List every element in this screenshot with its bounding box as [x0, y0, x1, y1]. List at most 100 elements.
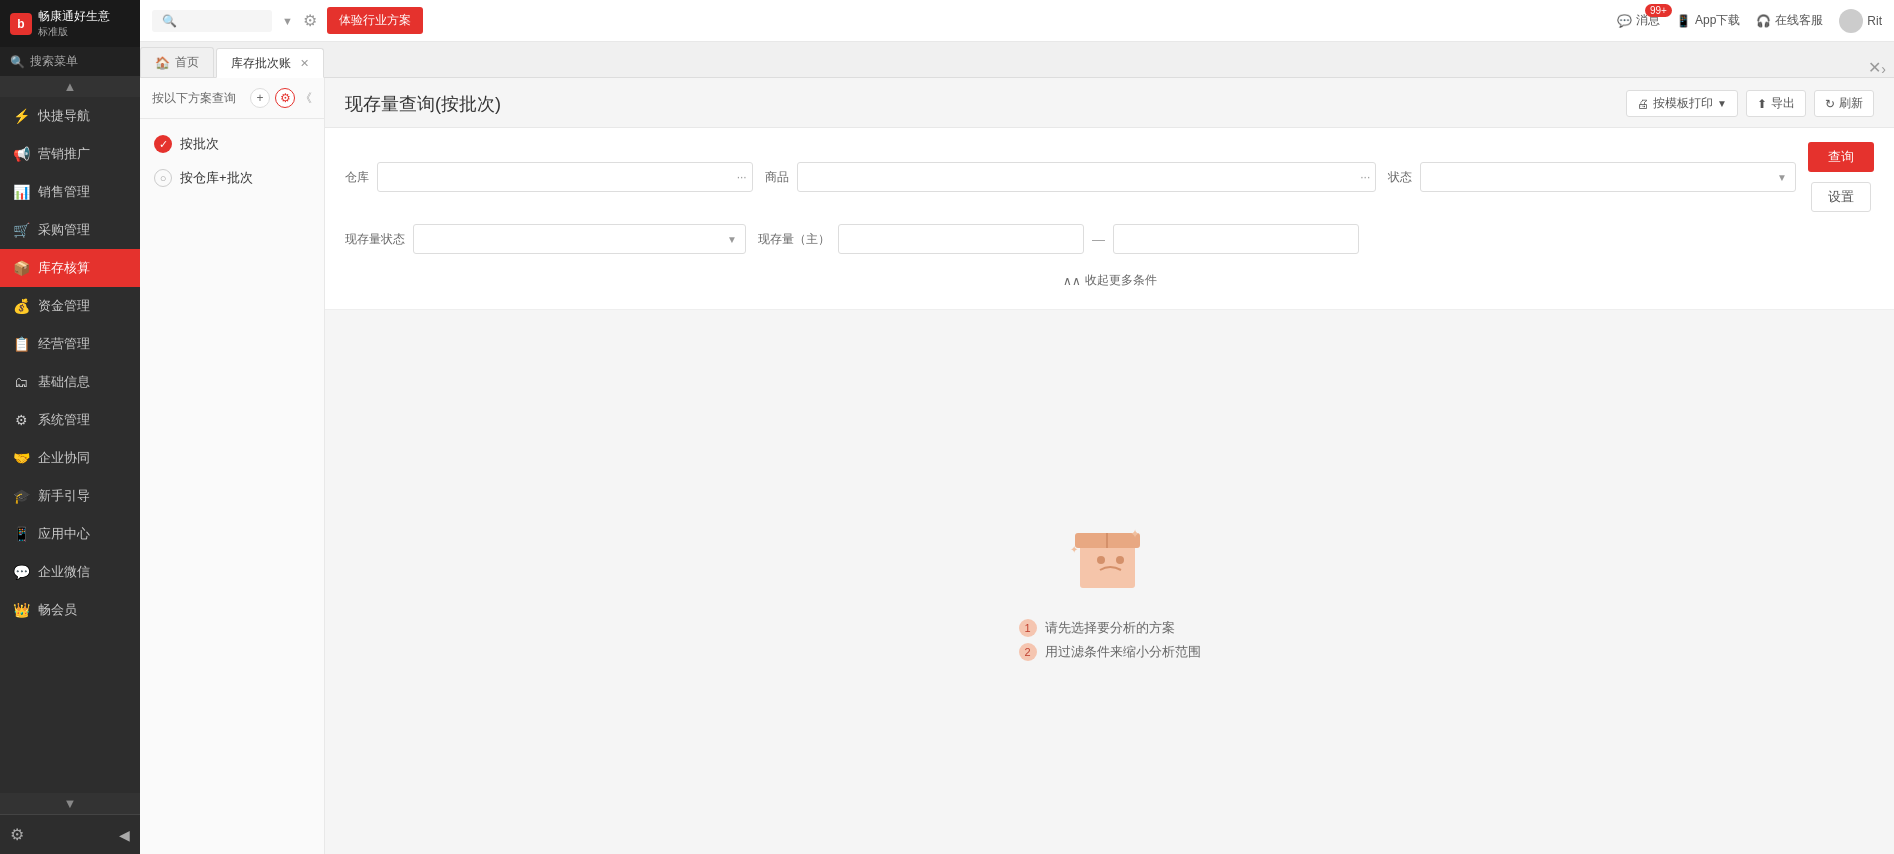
product-input[interactable]: [797, 162, 1377, 192]
print-btn-label: 按模板打印: [1653, 95, 1713, 112]
scheme-item-by-warehouse-batch[interactable]: ○ 按仓库+批次: [140, 161, 324, 195]
product-more-btn[interactable]: ···: [1360, 170, 1370, 184]
left-panel-header: 按以下方案查询 + ⚙ 《: [140, 78, 324, 119]
app-download-btn[interactable]: 📱 App下载: [1676, 12, 1740, 29]
sidebar-scroll-down[interactable]: ▼: [0, 793, 140, 814]
sidebar-item-inventory[interactable]: 📦库存核算: [0, 249, 140, 287]
sidebar-item-sales[interactable]: 📊销售管理: [0, 173, 140, 211]
nav-label-member: 畅会员: [38, 601, 77, 619]
status-label: 状态: [1388, 169, 1412, 186]
nav-label-purchase: 采购管理: [38, 221, 90, 239]
app-title: 畅康通好生意: [38, 8, 110, 25]
export-btn-label: 导出: [1771, 95, 1795, 112]
svg-point-4: [1116, 556, 1124, 564]
sidebar-item-enterprise[interactable]: 🤝企业协同: [0, 439, 140, 477]
nav-icon-marketing: 📢: [12, 145, 30, 163]
app-title-group: 畅康通好生意 标准版: [38, 8, 110, 39]
sidebar-item-marketing[interactable]: 📢营销推广: [0, 135, 140, 173]
sidebar-item-purchase[interactable]: 🛒 采购管理: [0, 211, 140, 249]
topbar-search-box[interactable]: 🔍: [152, 10, 272, 32]
sidebar-item-member[interactable]: 👑畅会员: [0, 591, 140, 629]
query-btn[interactable]: 查询: [1808, 142, 1874, 172]
panel-close-icon[interactable]: ✕: [1868, 58, 1881, 77]
warehouse-input[interactable]: [377, 162, 753, 192]
settings-icon[interactable]: ⚙: [10, 825, 24, 844]
tab-inventory-batch[interactable]: 库存批次账 ✕: [216, 48, 324, 78]
nav-icon-inventory: 📦: [12, 259, 30, 277]
empty-hints: 1 请先选择要分析的方案 2 用过滤条件来缩小分析范围: [1019, 619, 1201, 661]
stock-qty-from-input[interactable]: [838, 224, 1084, 254]
print-btn[interactable]: 🖨 按模板打印 ▼: [1626, 90, 1738, 117]
sidebar-search[interactable]: 🔍 搜索菜单: [0, 47, 140, 76]
content: 按以下方案查询 + ⚙ 《 ✓ 按批次 ○ 按仓库+批次: [140, 78, 1894, 854]
nav-icon-purchase: 🛒: [12, 221, 30, 239]
tab-close-icon[interactable]: ✕: [300, 57, 309, 70]
print-chevron-icon: ▼: [1717, 98, 1727, 109]
nav-icon-enterprise: 🤝: [12, 449, 30, 467]
scheme-list: ✓ 按批次 ○ 按仓库+批次: [140, 119, 324, 203]
scheme-inactive-icon: ○: [154, 169, 172, 187]
sidebar-item-operation[interactable]: 📋 经营管理: [0, 325, 140, 363]
topbar-chevron-icon[interactable]: ▼: [282, 15, 293, 27]
nav-label-shortcut: 快捷导航: [38, 107, 90, 125]
sidebar-footer: ⚙ ◀: [0, 814, 140, 854]
status-filter-group: 状态 ▼: [1388, 162, 1796, 192]
search-icon: 🔍: [10, 55, 25, 69]
collapse-more-btn[interactable]: ∧∧ 收起更多条件: [1057, 266, 1163, 295]
user-avatar-btn[interactable]: Rit: [1839, 9, 1882, 33]
collapse-panel-btn[interactable]: 《: [300, 90, 312, 107]
export-btn[interactable]: ⬆ 导出: [1746, 90, 1806, 117]
sidebar-item-wechat[interactable]: 💬企业微信: [0, 553, 140, 591]
messages-btn[interactable]: 💬 消息 99+: [1617, 12, 1660, 29]
sidebar-scroll-up[interactable]: ▲: [0, 76, 140, 97]
scheme-label-by-warehouse-batch: 按仓库+批次: [180, 169, 253, 187]
stock-status-label: 现存量状态: [345, 231, 405, 248]
sidebar-item-appstore[interactable]: 📱应用中心: [0, 515, 140, 553]
trial-btn[interactable]: 体验行业方案: [327, 7, 423, 34]
nav-label-finance: 资金管理: [38, 297, 90, 315]
settings-btn[interactable]: 设置: [1811, 182, 1871, 212]
sidebar-search-label: 搜索菜单: [30, 53, 78, 70]
hint-text-1: 请先选择要分析的方案: [1045, 619, 1175, 637]
username-label: Rit: [1867, 14, 1882, 28]
empty-hint-2: 2 用过滤条件来缩小分析范围: [1019, 643, 1201, 661]
nav-label-operation: 经营管理: [38, 335, 90, 353]
product-input-wrapper: ···: [797, 162, 1377, 192]
topbar-search-input[interactable]: [182, 14, 252, 28]
sidebar-item-finance[interactable]: 💰资金管理: [0, 287, 140, 325]
messages-badge: 99+: [1645, 4, 1672, 17]
collapse-up-icon: ∧∧: [1063, 274, 1081, 288]
main: 🔍 ▼ ⚙ 体验行业方案 💬 消息 99+ 📱 App下载 🎧 在线客服 Rit: [140, 0, 1894, 854]
sidebar-nav: ⚡快捷导航📢营销推广📊销售管理 🛒 采购管理 📦库存核算💰资金管理 📋 经营管理 🗂基础信息…: [0, 97, 140, 793]
app-download-icon: 📱: [1676, 14, 1691, 28]
collapse-row: ∧∧ 收起更多条件: [345, 266, 1874, 295]
nav-icon-operation: 📋: [12, 335, 30, 353]
scheme-item-by-batch[interactable]: ✓ 按批次: [140, 127, 324, 161]
panel-chevron-icon[interactable]: ›: [1881, 61, 1886, 77]
tabs-bar: 🏠 首页 库存批次账 ✕ ✕ ›: [140, 42, 1894, 78]
right-panel: 现存量查询(按批次) 🖨 按模板打印 ▼ ⬆ 导出 ↻ 刷新: [325, 78, 1894, 854]
nav-icon-appstore: 📱: [12, 525, 30, 543]
warehouse-more-btn[interactable]: ···: [737, 170, 747, 184]
sidebar-item-basic[interactable]: 🗂基础信息: [0, 363, 140, 401]
topbar-gear-icon[interactable]: ⚙: [303, 11, 317, 30]
warehouse-filter-group: 仓库 ···: [345, 162, 753, 192]
stock-status-select[interactable]: ▼: [413, 224, 746, 254]
refresh-btn[interactable]: ↻ 刷新: [1814, 90, 1874, 117]
settings-scheme-btn[interactable]: ⚙: [275, 88, 295, 108]
status-select[interactable]: ▼: [1420, 162, 1796, 192]
online-service-btn[interactable]: 🎧 在线客服: [1756, 12, 1823, 29]
collapse-sidebar-icon[interactable]: ◀: [119, 827, 130, 843]
tab-home-label: 首页: [175, 54, 199, 71]
tab-home[interactable]: 🏠 首页: [140, 47, 214, 77]
sidebar-item-system[interactable]: ⚙系统管理: [0, 401, 140, 439]
headset-icon: 🎧: [1756, 14, 1771, 28]
stock-qty-to-input[interactable]: [1113, 224, 1359, 254]
sidebar-item-shortcut[interactable]: ⚡快捷导航: [0, 97, 140, 135]
nav-label-wechat: 企业微信: [38, 563, 90, 581]
left-panel-title: 按以下方案查询: [152, 90, 236, 107]
empty-state: ✦ ✦ 1 请先选择要分析的方案 2 用过滤条件来缩小分析范围: [325, 310, 1894, 854]
topbar-actions: 💬 消息 99+ 📱 App下载 🎧 在线客服 Rit: [1617, 9, 1882, 33]
add-scheme-btn[interactable]: +: [250, 88, 270, 108]
sidebar-item-newcomer[interactable]: 🎓新手引导: [0, 477, 140, 515]
